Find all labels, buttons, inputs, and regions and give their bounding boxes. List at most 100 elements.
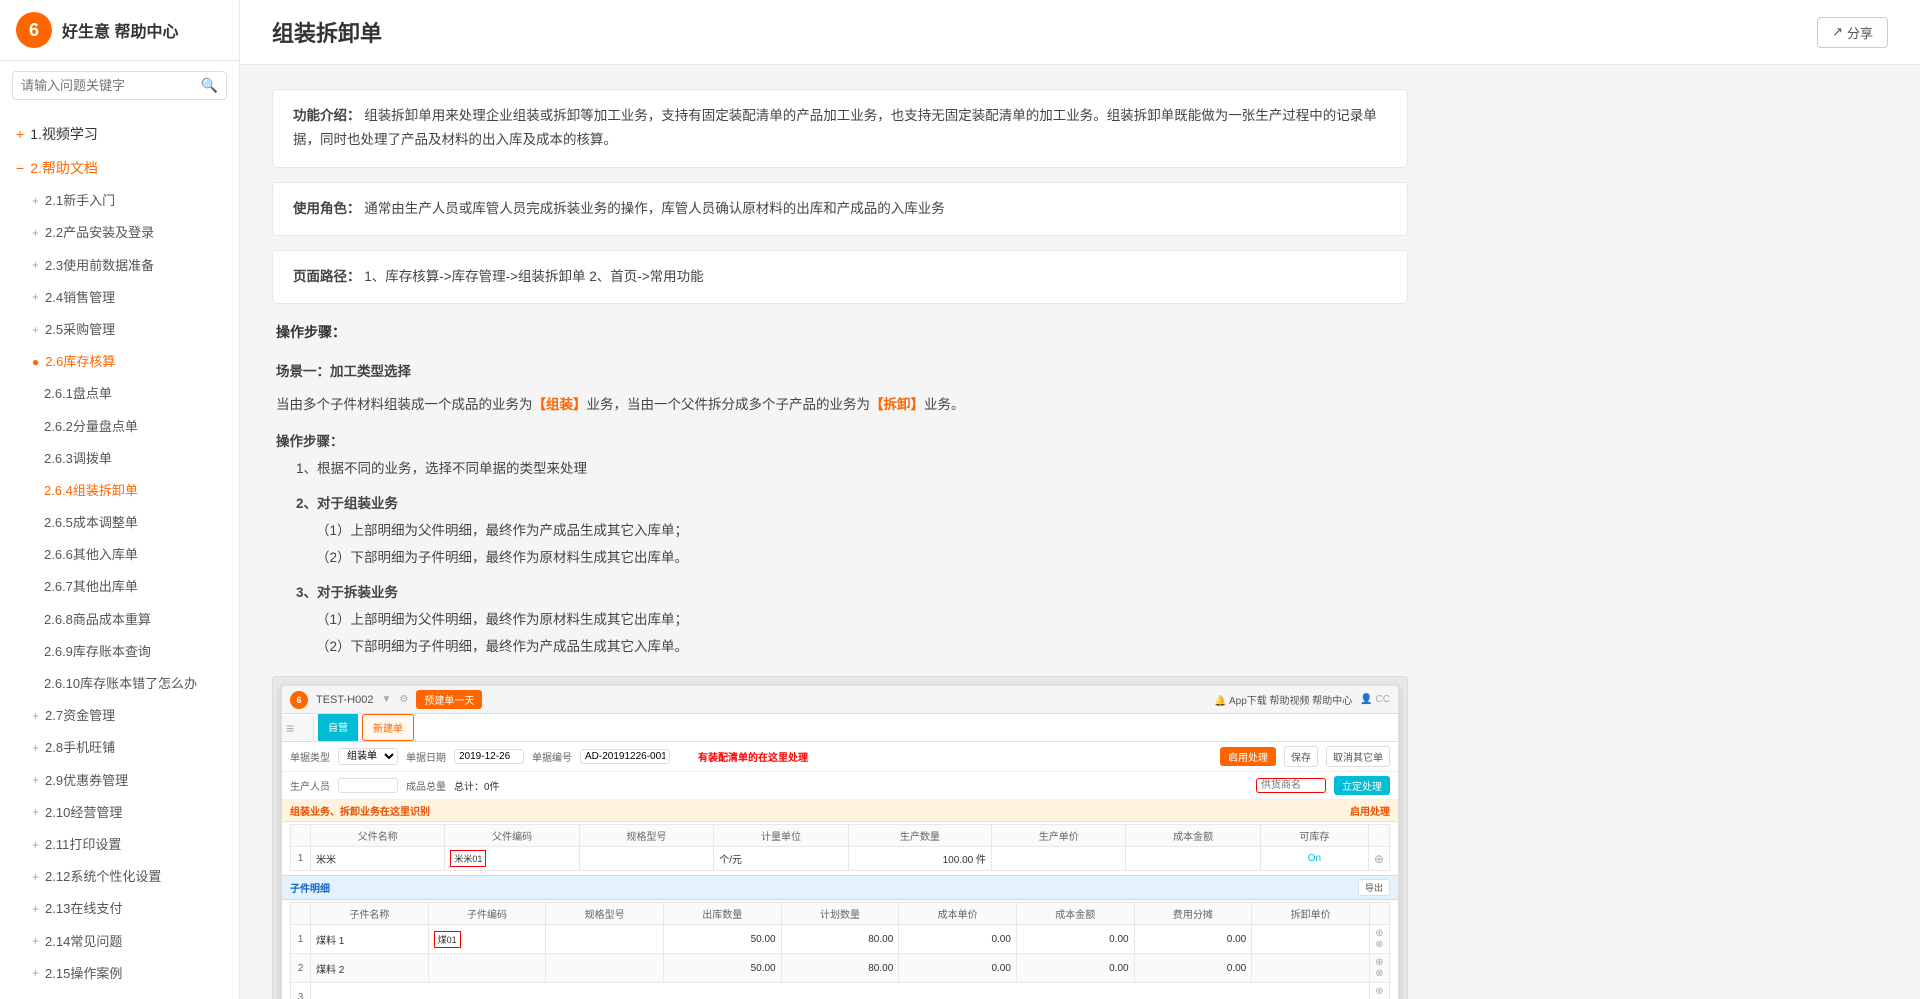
role-text: 通常由生产人员或库管人员完成拆装业务的操作，库管人员确认原材料的出库和产成品的入…: [364, 201, 945, 216]
sidebar-item-goods-cost[interactable]: 2.6.8商品成本重算: [0, 604, 239, 636]
intro-text: 组装拆卸单用来处理企业组装或拆卸等加工业务，支持有固定装配清单的产品加工业务，也…: [293, 108, 1377, 147]
sidebar-item-label: 2.12系统个性化设置: [45, 868, 161, 886]
sidebar-item-label: 2.9优惠券管理: [45, 772, 128, 790]
role-label: 使用角色：: [293, 201, 361, 216]
sidebar-item-label: 1.视频学习: [30, 125, 98, 145]
mini-parent-code-cell: 米米01: [445, 847, 579, 871]
nav-tree: + 1.视频学习 − 2.帮助文档 + 2.1新手入门 + 2.2产品安装及登录…: [0, 110, 239, 998]
sidebar-item-label: 2.5采购管理: [45, 321, 115, 339]
sidebar-item-personal[interactable]: + 2.12系统个性化设置: [0, 861, 239, 893]
app-title: 好生意 帮助中心: [62, 18, 178, 42]
sidebar-item-coupon[interactable]: + 2.9优惠券管理: [0, 765, 239, 797]
sidebar-item-purchase[interactable]: + 2.5采购管理: [0, 314, 239, 346]
steps-content: 操作步骤： 场景一：加工类型选择 当由多个子件材料组装成一个成品的业务为【组装】…: [272, 318, 1408, 660]
sidebar-item-cases[interactable]: + 2.15操作案例: [0, 958, 239, 990]
mini-save-btn[interactable]: 保存: [1284, 746, 1318, 767]
sidebar-item-label: 2.6.5成本调整单: [44, 514, 138, 532]
mini-confirm-btn[interactable]: 立定处理: [1334, 776, 1390, 795]
sidebar-item-account-err[interactable]: 2.6.10库存账本错了怎么办: [0, 668, 239, 700]
sidebar-item-label: 2.6.3调拨单: [44, 450, 112, 468]
sidebar-item-label: 2.1新手入门: [45, 192, 115, 210]
step2-1: （1）上部明细为父件明细，最终作为产成品生成其它入库单；: [276, 517, 1404, 544]
steps-title: 操作步骤：: [276, 318, 1404, 346]
sidebar-item-label: 2.15操作案例: [45, 965, 122, 983]
sidebar-item-label: 2.6.7其他出库单: [44, 578, 138, 596]
sidebar-item-label: 2.6.8商品成本重算: [44, 611, 151, 629]
annotation-assembly-type: 组装业务、拆卸业务在这里识别: [290, 803, 430, 818]
search-box[interactable]: 🔍: [12, 71, 227, 100]
expand-icon: +: [16, 125, 24, 145]
search-icon[interactable]: 🔍: [201, 77, 218, 94]
sidebar-item-inventory[interactable]: ● 2.6库存核算: [0, 346, 239, 378]
mini-export-btn[interactable]: 导出: [1358, 879, 1390, 896]
mini-logo: 6: [290, 691, 308, 709]
path-label: 页面路径：: [293, 269, 361, 284]
sidebar-item-label: 2.6.10库存账本错了怎么办: [44, 675, 197, 693]
mini-tab-new[interactable]: 新建单: [362, 714, 414, 741]
mini-stock-btn[interactable]: On: [1308, 853, 1321, 864]
sidebar-header: 6 好生意 帮助中心: [0, 0, 239, 61]
sidebar-item-payment[interactable]: + 2.13在线支付: [0, 893, 239, 925]
mini-tab-ziying[interactable]: 自营: [318, 714, 358, 741]
mini-nav-icon: ≡: [282, 716, 314, 740]
scene1-title: 场景一：加工类型选择: [276, 358, 1404, 385]
sidebar-item-label: 2.8手机旺铺: [45, 739, 115, 757]
sidebar-item-split-count[interactable]: 2.6.2分量盘点单: [0, 411, 239, 443]
step1: 1、根据不同的业务，选择不同单据的类型来处理: [276, 455, 1404, 482]
sidebar-item-label: 2.13在线支付: [45, 900, 122, 918]
sidebar-item-install[interactable]: + 2.2产品安装及登录: [0, 217, 239, 249]
sidebar-item-label: 2.6库存核算: [45, 353, 115, 371]
steps-intro: 操作步骤：: [276, 428, 1404, 455]
sidebar-item-other-in[interactable]: 2.6.6其他入库单: [0, 539, 239, 571]
sidebar-item-data-prep[interactable]: + 2.3使用前数据准备: [0, 250, 239, 282]
sidebar-item-ops[interactable]: + 2.10经营管理: [0, 797, 239, 829]
sidebar-item-video[interactable]: + 1.视频学习: [0, 118, 239, 152]
sidebar-item-adjust[interactable]: 2.6.3调拨单: [0, 443, 239, 475]
sidebar-item-newbie[interactable]: + 2.1新手入门: [0, 185, 239, 217]
path-text: 1、库存核算->库存管理->组装拆卸单 2、首页->常用功能: [364, 269, 703, 284]
sidebar-item-label: 2.3使用前数据准备: [45, 257, 154, 275]
mini-doc-num-input[interactable]: [580, 749, 670, 764]
screenshot-preview: 6 TEST-H002 ▼ ⚙ 预建单一天 🔔 App下载 帮助视频 帮助中心 …: [272, 676, 1408, 999]
mini-producer-input[interactable]: [338, 778, 398, 793]
sidebar-item-docs[interactable]: − 2.帮助文档: [0, 152, 239, 186]
sidebar-item-cost-adjust[interactable]: 2.6.5成本调整单: [0, 507, 239, 539]
sidebar-item-label: 2.7资金管理: [45, 707, 115, 725]
logo-icon: 6: [16, 12, 52, 48]
sidebar-item-mobile[interactable]: + 2.8手机旺铺: [0, 732, 239, 764]
sidebar-item-label: 2.2产品安装及登录: [45, 224, 154, 242]
collapse-icon: −: [16, 159, 24, 179]
share-button[interactable]: ↗ 分享: [1817, 17, 1888, 48]
role-block: 使用角色： 通常由生产人员或库管人员完成拆装业务的操作，库管人员确认原材料的出库…: [272, 182, 1408, 236]
sidebar-item-label: 2.6.6其他入库单: [44, 546, 138, 564]
sidebar-item-print[interactable]: + 2.11打印设置: [0, 829, 239, 861]
sidebar-item-assembly[interactable]: 2.6.4组装拆卸单: [0, 475, 239, 507]
share-icon: ↗: [1832, 24, 1843, 40]
mini-cancel-btn[interactable]: 取消其它单: [1326, 746, 1390, 767]
sidebar: 6 好生意 帮助中心 🔍 + 1.视频学习 − 2.帮助文档 + 2.1新手入门…: [0, 0, 240, 999]
sidebar-item-capital[interactable]: + 2.7资金管理: [0, 700, 239, 732]
sidebar-item-other-out[interactable]: 2.6.7其他出库单: [0, 571, 239, 603]
sidebar-item-label: 2.6.1盘点单: [44, 385, 112, 403]
mini-date-input[interactable]: [454, 749, 524, 764]
sidebar-item-sales[interactable]: + 2.4销售管理: [0, 282, 239, 314]
mini-window: 6 TEST-H002 ▼ ⚙ 预建单一天 🔔 App下载 帮助视频 帮助中心 …: [281, 685, 1399, 999]
intro-label: 功能介绍：: [293, 108, 361, 123]
sidebar-item-label: 2.14常见问题: [45, 933, 122, 951]
mini-enable-btn[interactable]: 启用处理: [1220, 747, 1276, 766]
annotation-enabled: 启用处理: [1350, 803, 1390, 818]
mini-btn-orange[interactable]: 预建单一天: [416, 690, 482, 709]
scene1-desc: 当由多个子件材料组装成一个成品的业务为【组装】业务，当由一个父件拆分成多个子产品…: [276, 391, 1404, 418]
sidebar-item-faq[interactable]: + 2.14常见问题: [0, 926, 239, 958]
sidebar-item-stock-check[interactable]: 2.6.9库存账本查询: [0, 636, 239, 668]
mini-doc-type-select[interactable]: 组装单 拆卸单: [338, 748, 398, 765]
step3-2: （2）下部明细为子件明细，最终作为产成品生成其它入库单。: [276, 633, 1404, 660]
step3: 3、对于拆装业务: [276, 579, 1404, 606]
content-area: 功能介绍： 组装拆卸单用来处理企业组装或拆卸等加工业务，支持有固定装配清单的产品…: [240, 65, 1440, 999]
sidebar-item-stock-count[interactable]: 2.6.1盘点单: [0, 378, 239, 410]
sidebar-item-label: 2.6.9库存账本查询: [44, 643, 151, 661]
sidebar-item-label: 2.10经营管理: [45, 804, 122, 822]
mini-org-input[interactable]: [1256, 778, 1326, 793]
page-title: 组装拆卸单: [272, 16, 382, 48]
search-input[interactable]: [21, 78, 201, 93]
